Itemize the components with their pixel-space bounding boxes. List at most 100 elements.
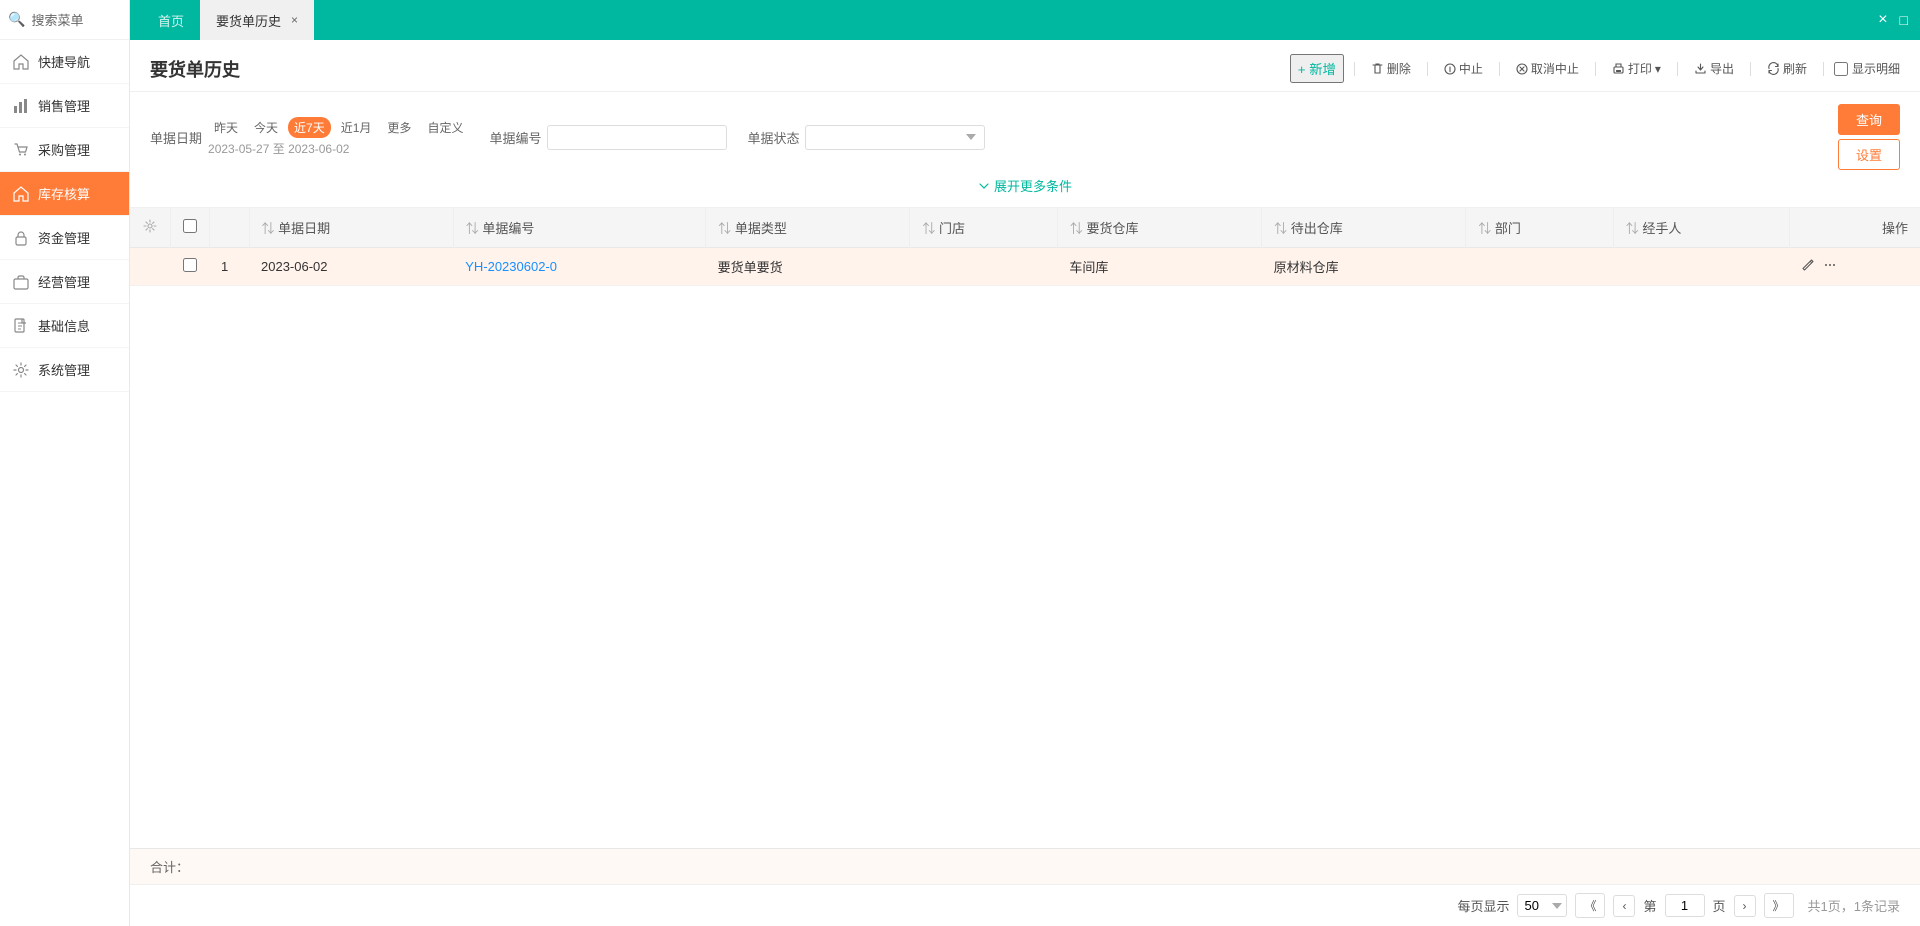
page-label: 第 (1643, 896, 1656, 915)
delete-button[interactable]: 删除 (1365, 57, 1417, 80)
sidebar-item-label: 系统管理 (38, 360, 90, 379)
window-maximize-btn[interactable]: □ (1900, 12, 1908, 28)
th-date[interactable]: ⇅ 单据日期 (249, 208, 453, 248)
show-detail-label: 显示明细 (1852, 60, 1900, 77)
tab-requisition-label: 要货单历史 (216, 11, 281, 30)
add-button[interactable]: + 新增 (1290, 54, 1344, 83)
th-department[interactable]: ⇅ 部门 (1466, 208, 1614, 248)
lock-icon (12, 229, 30, 247)
prev-page-btn[interactable]: ‹ (1613, 895, 1635, 917)
first-page-btn[interactable]: 《 (1575, 893, 1605, 918)
topbar-right: × □ (1878, 11, 1908, 29)
sort-icon: ⇅ (1070, 221, 1083, 236)
th-checkbox[interactable] (170, 208, 209, 248)
th-store[interactable]: ⇅ 门店 (910, 208, 1058, 248)
settings-button[interactable]: 设置 (1838, 139, 1900, 170)
date-shortcut-custom[interactable]: 自定义 (421, 117, 469, 138)
filter-area: 单据日期 昨天 今天 近7天 近1月 更多 自定义 2023-05-27 至 2… (130, 92, 1920, 208)
sidebar-item-system[interactable]: 系统管理 (0, 348, 129, 392)
tab-requisition-history[interactable]: 要货单历史 × (200, 0, 314, 40)
refresh-button[interactable]: 刷新 (1761, 57, 1813, 80)
date-filter: 单据日期 昨天 今天 近7天 近1月 更多 自定义 2023-05-27 至 2… (150, 117, 469, 157)
sort-icon: ⇅ (1274, 221, 1287, 236)
print-dropdown-icon[interactable]: ▾ (1655, 62, 1661, 76)
page-title-bar: 要货单历史 + 新增 删除 中止 取消中止 (130, 40, 1920, 92)
sidebar-item-finance[interactable]: 资金管理 (0, 216, 129, 260)
cancel-stop-button[interactable]: 取消中止 (1510, 57, 1585, 80)
doc-no-link[interactable]: YH-20230602-0 (465, 259, 557, 274)
next-page-btn[interactable]: › (1734, 895, 1756, 917)
sidebar-item-label: 销售管理 (38, 96, 90, 115)
sort-icon: ⇅ (718, 221, 731, 236)
table-row: 1 2023-06-02 YH-20230602-0 要货单要货 车间库 原材料… (130, 248, 1920, 286)
date-shortcut-yesterday[interactable]: 昨天 (208, 117, 244, 138)
stop-button[interactable]: 中止 (1438, 57, 1489, 80)
td-department (1466, 248, 1614, 286)
per-page-label: 每页显示 (1457, 896, 1509, 915)
page-suffix: 页 (1713, 896, 1726, 915)
date-shortcut-today[interactable]: 今天 (248, 117, 284, 138)
sort-icon: ⇅ (466, 221, 479, 236)
date-shortcut-more[interactable]: 更多 (381, 117, 417, 138)
date-range-display: 2023-05-27 至 2023-06-02 (208, 140, 469, 157)
date-shortcut-1month[interactable]: 近1月 (335, 117, 378, 138)
th-doc-no[interactable]: ⇅ 单据编号 (453, 208, 705, 248)
export-button[interactable]: 导出 (1688, 57, 1740, 80)
td-store (910, 248, 1058, 286)
th-handler[interactable]: ⇅ 经手人 (1613, 208, 1789, 248)
per-page-select[interactable]: 50 20 100 (1517, 894, 1567, 917)
briefcase-icon (12, 273, 30, 291)
sidebar-search[interactable]: 🔍 搜索菜单 (0, 0, 129, 40)
sidebar-search-label: 搜索菜单 (31, 10, 83, 29)
window-close-btn[interactable]: × (1878, 11, 1887, 29)
doc-status-select[interactable] (805, 125, 985, 150)
sidebar-item-label: 基础信息 (38, 316, 90, 335)
sidebar-item-label: 库存核算 (38, 184, 90, 203)
footer-total-label: 合计： (150, 857, 189, 876)
tab-close-icon[interactable]: × (291, 13, 298, 27)
sidebar-item-label: 采购管理 (38, 140, 90, 159)
tab-home-label: 首页 (158, 11, 184, 30)
divider-5 (1677, 62, 1678, 76)
pagination-bar: 每页显示 50 20 100 《 ‹ 第 页 › 》 共1页，1条记录 (130, 884, 1920, 926)
doc-no-input[interactable] (547, 125, 727, 150)
house-icon (12, 185, 30, 203)
sidebar: 🔍 搜索菜单 快捷导航 销售管理 采购管理 库存核算 资金管理 经 (0, 0, 130, 926)
table-area: ⇅ 单据日期 ⇅ 单据编号 ⇅ 单据类型 ⇅ 门 (130, 208, 1920, 848)
sidebar-item-purchase[interactable]: 采购管理 (0, 128, 129, 172)
page-input[interactable] (1665, 894, 1705, 917)
row-more-icon[interactable] (1823, 258, 1837, 275)
row-edit-icon[interactable] (1801, 258, 1815, 275)
sidebar-item-inventory[interactable]: 库存核算 (0, 172, 129, 216)
topbar: 首页 要货单历史 × × □ (130, 0, 1920, 40)
td-doc-no[interactable]: YH-20230602-0 (453, 248, 705, 286)
date-shortcut-7days[interactable]: 近7天 (288, 117, 331, 138)
query-button[interactable]: 查询 (1838, 104, 1900, 135)
td-checkbox[interactable] (170, 248, 209, 286)
filter-row-1: 单据日期 昨天 今天 近7天 近1月 更多 自定义 2023-05-27 至 2… (150, 104, 1900, 170)
tab-home[interactable]: 首页 (142, 0, 200, 40)
home-icon (12, 53, 30, 71)
divider-6 (1750, 62, 1751, 76)
show-detail-checkbox[interactable] (1834, 62, 1848, 76)
page-title: 要货单历史 (150, 56, 240, 82)
th-settings[interactable] (130, 208, 170, 248)
expand-more[interactable]: 展开更多条件 (150, 176, 1900, 195)
last-page-btn[interactable]: 》 (1764, 893, 1794, 918)
sidebar-item-basic-info[interactable]: 基础信息 (0, 304, 129, 348)
th-req-warehouse[interactable]: ⇅ 要货仓库 (1057, 208, 1261, 248)
row-checkbox[interactable] (183, 258, 197, 272)
doc-no-filter: 单据编号 (489, 125, 727, 150)
sidebar-item-operations[interactable]: 经营管理 (0, 260, 129, 304)
sidebar-item-quick-nav[interactable]: 快捷导航 (0, 40, 129, 84)
td-date: 2023-06-02 (249, 248, 453, 286)
th-pending-warehouse[interactable]: ⇅ 待出仓库 (1262, 208, 1466, 248)
pagination-summary: 共1页，1条记录 (1808, 896, 1900, 915)
th-doc-type[interactable]: ⇅ 单据类型 (706, 208, 910, 248)
select-all-checkbox[interactable] (183, 219, 197, 233)
show-detail-toggle[interactable]: 显示明细 (1834, 60, 1900, 77)
shopping-icon (12, 141, 30, 159)
sidebar-item-sales[interactable]: 销售管理 (0, 84, 129, 128)
doc-status-label: 单据状态 (747, 128, 799, 147)
print-button[interactable]: 打印 ▾ (1606, 57, 1667, 80)
